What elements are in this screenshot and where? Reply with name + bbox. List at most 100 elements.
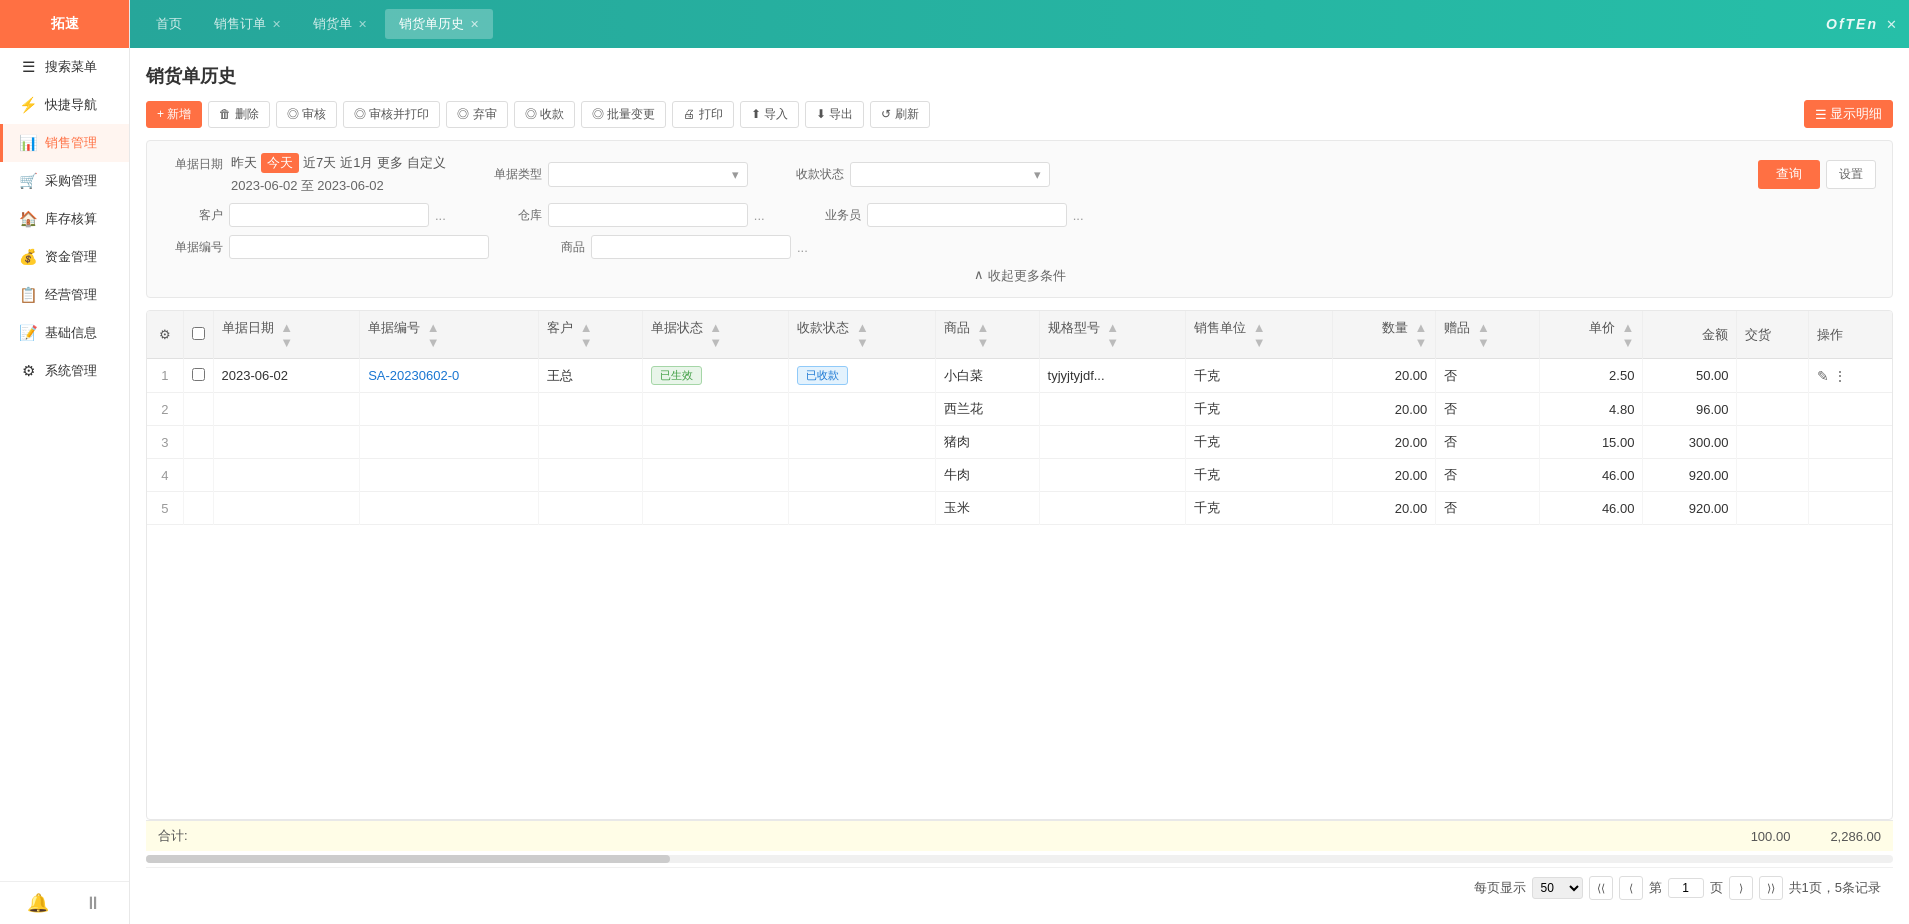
sidebar-item-finance[interactable]: 💰 资金管理 [0, 238, 129, 276]
page-num-input[interactable] [1668, 878, 1704, 898]
col-unit-price[interactable]: 单价 ▲▼ [1539, 311, 1643, 359]
more-action-btn[interactable]: ⋮ [1833, 368, 1847, 384]
tab-sales-goods[interactable]: 销货单 ✕ [299, 9, 381, 39]
customer-picker[interactable]: ... [435, 208, 446, 223]
warehouse-input[interactable] [548, 203, 748, 227]
order-num-input[interactable] [229, 235, 489, 259]
print-button[interactable]: 🖨 打印 [672, 101, 733, 128]
nav-tabs-bar: 首页 销售订单 ✕ 销货单 ✕ 销货单历史 ✕ OfTEn ✕ [130, 0, 1909, 48]
doc-type-select[interactable]: ▾ [548, 162, 748, 187]
abandon-button[interactable]: ◎ 弃审 [446, 101, 507, 128]
sidebar-item-system-mgmt[interactable]: ⚙ 系统管理 [0, 352, 129, 390]
tab-sales-order-close[interactable]: ✕ [272, 18, 281, 31]
page-unit-label: 页 [1710, 879, 1723, 897]
customer-input[interactable] [229, 203, 429, 227]
col-transaction[interactable]: 交货 [1737, 311, 1808, 359]
date-custom[interactable]: 自定义 [407, 154, 446, 172]
customer-filter: 客户 ... [163, 203, 446, 227]
page-last-btn[interactable]: ⟩⟩ [1759, 876, 1783, 900]
row-checkbox-cell[interactable] [183, 359, 213, 393]
export-button[interactable]: ⬇ 导出 [805, 101, 864, 128]
row-action-cell [1808, 426, 1892, 459]
collection-status-select[interactable]: ▾ [850, 162, 1050, 187]
row-unit-price: 15.00 [1539, 426, 1643, 459]
goods-picker[interactable]: ... [797, 240, 808, 255]
refresh-button[interactable]: ↺ 刷新 [870, 101, 929, 128]
delete-button[interactable]: 🗑 删除 [208, 101, 269, 128]
col-customer[interactable]: 客户 ▲▼ [539, 311, 643, 359]
page-first-btn[interactable]: ⟨⟨ [1589, 876, 1613, 900]
col-gift[interactable]: 赠品 ▲▼ [1436, 311, 1540, 359]
row-checkbox-cell[interactable] [183, 492, 213, 525]
scrollbar-thumb[interactable] [146, 855, 670, 863]
audit-button[interactable]: ◎ 审核 [276, 101, 337, 128]
col-unit[interactable]: 销售单位 ▲▼ [1186, 311, 1333, 359]
tab-sales-goods-close[interactable]: ✕ [358, 18, 367, 31]
tab-sales-history[interactable]: 销货单历史 ✕ [385, 9, 493, 39]
col-checkbox[interactable] [183, 311, 213, 359]
business-picker[interactable]: ... [1073, 208, 1084, 223]
close-all-btn[interactable]: ✕ [1886, 17, 1897, 32]
date-yesterday[interactable]: 昨天 [231, 154, 257, 172]
date-today[interactable]: 今天 [261, 153, 299, 173]
query-button[interactable]: 查询 [1758, 160, 1820, 189]
sidebar-item-sales-mgmt[interactable]: 📊 销售管理 [0, 124, 129, 162]
settings-button[interactable]: 设置 [1826, 160, 1876, 189]
notification-icon[interactable]: 🔔 [27, 892, 49, 914]
goods-input[interactable] [591, 235, 791, 259]
row-order-no: SA-20230602-0 [360, 359, 539, 393]
sidebar-item-operations[interactable]: 📋 经营管理 [0, 276, 129, 314]
row-date: 2023-06-02 [213, 359, 360, 393]
sidebar-item-search-menu[interactable]: ☰ 搜索菜单 [0, 48, 129, 86]
col-amount[interactable]: 金额 [1643, 311, 1737, 359]
warehouse-filter: 仓库 ... [482, 203, 765, 227]
table-row: 12023-06-02SA-20230602-0王总已生效已收款小白菜tyjyj… [147, 359, 1892, 393]
new-button[interactable]: + 新增 [146, 101, 202, 128]
sidebar-item-basic-info[interactable]: 📝 基础信息 [0, 314, 129, 352]
date-7days[interactable]: 近7天 [303, 154, 336, 172]
business-input[interactable] [867, 203, 1067, 227]
col-order-no[interactable]: 单据编号 ▲▼ [360, 311, 539, 359]
row-collection-status: 已收款 [789, 359, 936, 393]
display-detail-button[interactable]: ☰ 显示明细 [1804, 100, 1893, 128]
audit-print-button[interactable]: ◎ 审核并打印 [343, 101, 440, 128]
order-no-link[interactable]: SA-20230602-0 [368, 368, 459, 383]
page-prev-btn[interactable]: ⟨ [1619, 876, 1643, 900]
page-next-btn[interactable]: ⟩ [1729, 876, 1753, 900]
tab-home[interactable]: 首页 [142, 9, 196, 39]
tab-sales-order[interactable]: 销售订单 ✕ [200, 9, 295, 39]
edit-action-btn[interactable]: ✎ [1817, 368, 1829, 384]
row-checkbox-cell[interactable] [183, 393, 213, 426]
horizontal-scrollbar[interactable] [146, 855, 1893, 863]
row-unit: 千克 [1186, 492, 1333, 525]
row-customer [539, 393, 643, 426]
select-all-checkbox[interactable] [192, 327, 205, 340]
row-checkbox-cell[interactable] [183, 426, 213, 459]
collect-button[interactable]: ◎ 收款 [514, 101, 575, 128]
col-date[interactable]: 单据日期 ▲▼ [213, 311, 360, 359]
batch-change-button[interactable]: ◎ 批量变更 [581, 101, 666, 128]
footer-values: 100.00 2,286.00 [1751, 829, 1881, 844]
sidebar-item-purchase-mgmt[interactable]: 🛒 采购管理 [0, 162, 129, 200]
pause-icon[interactable]: ⏸ [84, 893, 102, 914]
col-settings[interactable]: ⚙ [147, 311, 183, 359]
col-collection-status[interactable]: 收款状态 ▲▼ [789, 311, 936, 359]
sidebar-item-inventory[interactable]: 🏠 库存核算 [0, 200, 129, 238]
col-qty[interactable]: 数量 ▲▼ [1332, 311, 1436, 359]
collapse-filter-row[interactable]: ∧ 收起更多条件 [163, 267, 1876, 285]
date-1month[interactable]: 近1月 [340, 154, 373, 172]
per-page-select[interactable]: 50 100 200 [1532, 877, 1583, 899]
row-goods: 猪肉 [935, 426, 1039, 459]
import-button[interactable]: ⬆ 导入 [740, 101, 799, 128]
col-order-status[interactable]: 单据状态 ▲▼ [642, 311, 789, 359]
row-gift: 否 [1436, 492, 1540, 525]
col-spec[interactable]: 规格型号 ▲▼ [1039, 311, 1186, 359]
date-more[interactable]: 更多 [377, 154, 403, 172]
warehouse-picker[interactable]: ... [754, 208, 765, 223]
row-checkbox-cell[interactable] [183, 459, 213, 492]
row-checkbox[interactable] [192, 368, 205, 381]
sidebar-item-quick-nav[interactable]: ⚡ 快捷导航 [0, 86, 129, 124]
tab-sales-history-close[interactable]: ✕ [470, 18, 479, 31]
col-goods[interactable]: 商品 ▲▼ [935, 311, 1039, 359]
row-unit: 千克 [1186, 393, 1333, 426]
